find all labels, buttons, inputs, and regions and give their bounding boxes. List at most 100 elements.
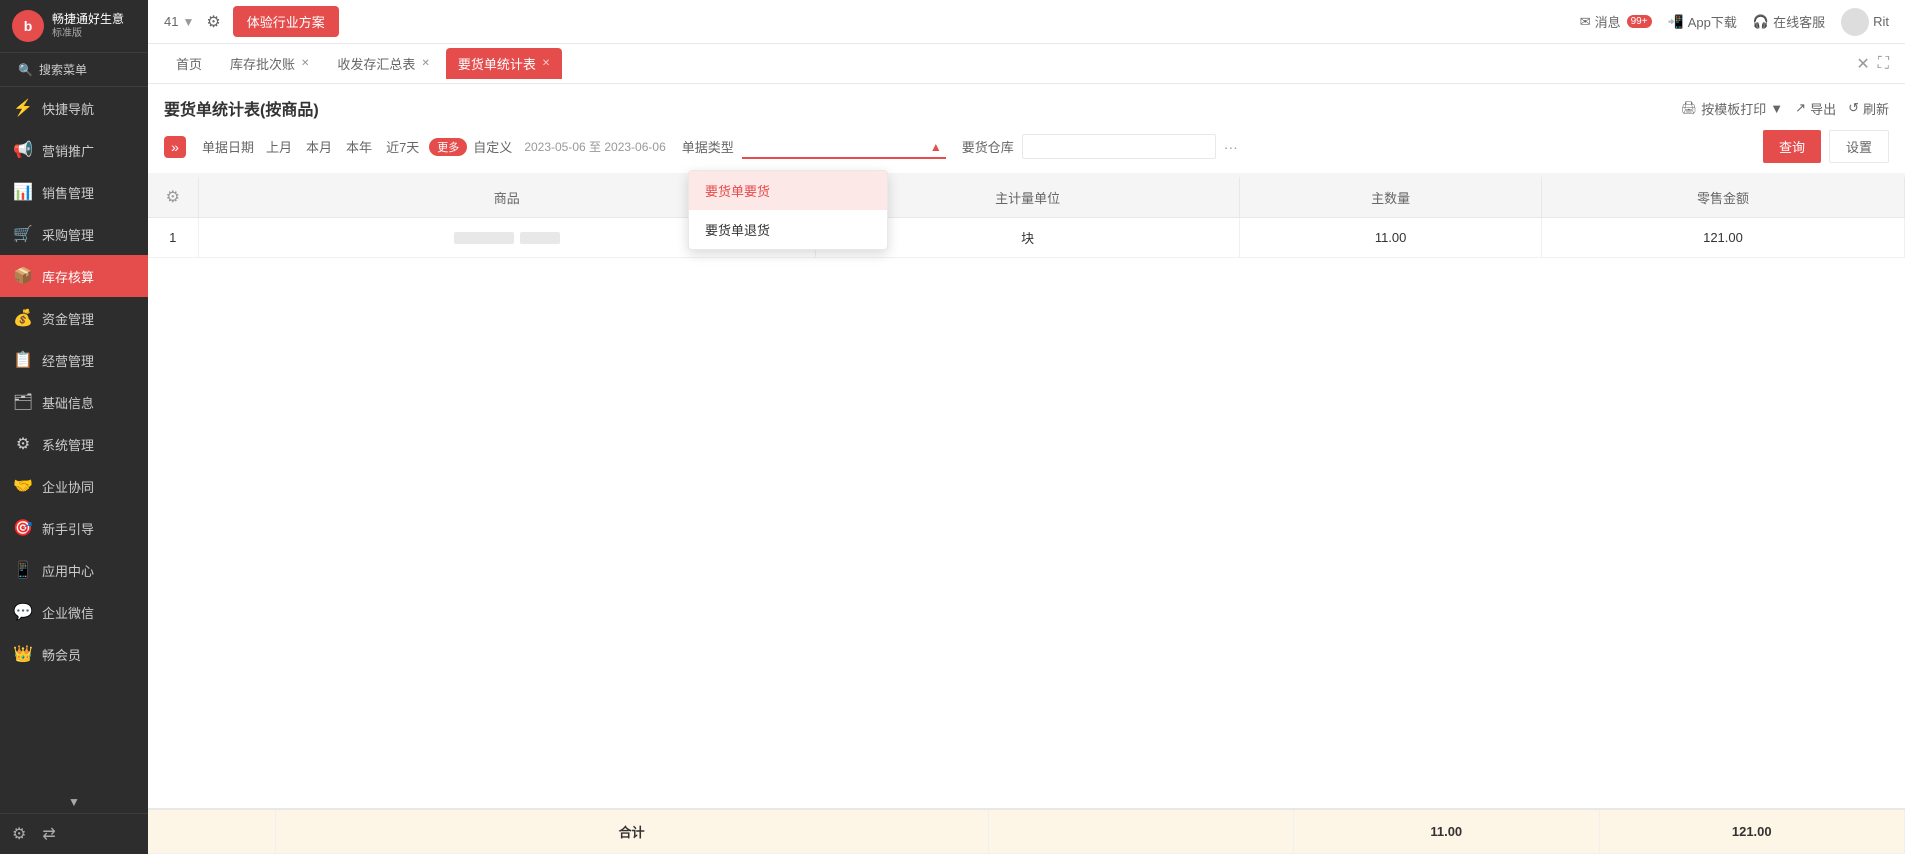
dropdown-item-require-goods[interactable]: 要货单要货 xyxy=(689,171,887,210)
date-opt-more[interactable]: 更多 xyxy=(429,138,467,156)
sidebar-scroll-down[interactable]: ▼ xyxy=(0,791,148,813)
collapse-icon[interactable]: ⇄ xyxy=(42,824,55,844)
sidebar-item-sales[interactable]: 📊 销售管理 xyxy=(0,171,148,213)
refresh-icon: ↺ xyxy=(1848,100,1859,116)
refresh-button[interactable]: ↺ 刷新 xyxy=(1848,99,1889,118)
type-input[interactable] xyxy=(742,134,946,159)
summary-quantity: 11.00 xyxy=(1294,809,1599,854)
marketing-icon: 📢 xyxy=(12,139,34,161)
enterprise-icon: 🤝 xyxy=(12,475,34,497)
sidebar-item-app-center[interactable]: 📱 应用中心 xyxy=(0,549,148,591)
type-dropdown-icon[interactable]: ▲ xyxy=(930,140,942,154)
messages-button[interactable]: ✉ 消息 99+ xyxy=(1580,12,1652,31)
warehouse-more-icon[interactable]: ··· xyxy=(1224,139,1238,155)
close-order-summary-icon[interactable]: ✕ xyxy=(542,58,550,69)
tab-fullscreen-icon[interactable]: ⛶ xyxy=(1878,55,1889,73)
trial-button[interactable]: 体验行业方案 xyxy=(233,6,339,37)
print-icon: 🖨 xyxy=(1681,100,1698,116)
data-table: ⚙ 商品 主计量单位 主数量 零售金额 1 xyxy=(148,177,1905,808)
logo-area: b 畅捷通好生意 标准版 xyxy=(0,0,148,53)
user-area[interactable]: Rit xyxy=(1841,8,1889,36)
sidebar-item-enterprise[interactable]: 🤝 企业协同 xyxy=(0,465,148,507)
settings-icon[interactable]: ⚙ xyxy=(12,824,26,844)
sidebar-item-marketing[interactable]: 📢 营销推广 xyxy=(0,129,148,171)
app-icon: 📲 xyxy=(1668,14,1684,30)
summary-amount: 121.00 xyxy=(1599,809,1905,854)
summary-row: 合计 11.00 121.00 xyxy=(148,808,1905,854)
sidebar-item-system[interactable]: ⚙ 系统管理 xyxy=(0,423,148,465)
column-settings-icon[interactable]: ⚙ xyxy=(166,189,180,206)
print-template-button[interactable]: 🖨 按模板打印 ▼ xyxy=(1681,99,1783,118)
sidebar-item-basic[interactable]: 🗂 基础信息 xyxy=(0,381,148,423)
table-header-row: ⚙ 商品 主计量单位 主数量 零售金额 xyxy=(148,177,1905,218)
online-service-button[interactable]: 🎧 在线客服 xyxy=(1753,12,1825,31)
page-title: 要货单统计表(按商品) xyxy=(164,96,319,120)
system-icon: ⚙ xyxy=(12,433,34,455)
export-button[interactable]: ↗ 导出 xyxy=(1795,99,1836,118)
tab-order-summary[interactable]: 要货单统计表 ✕ xyxy=(446,48,562,79)
filter-area: » 单据日期 上月 本月 本年 近7天 更多 自定义 2023-05-06 至 … xyxy=(148,120,1905,173)
warehouse-input[interactable] xyxy=(1022,134,1216,159)
tab-home[interactable]: 首页 xyxy=(164,48,214,79)
close-receivable-icon[interactable]: ✕ xyxy=(421,58,429,69)
date-opt-custom[interactable]: 自定义 xyxy=(473,137,512,156)
date-opt-7days[interactable]: 近7天 xyxy=(382,135,423,158)
date-filter-group: 单据日期 上月 本月 本年 近7天 更多 自定义 2023-05-06 至 20… xyxy=(202,135,666,158)
sidebar-bottom: ⚙ ⇄ xyxy=(0,813,148,854)
topbar: 41 ▼ ⚙ 体验行业方案 ✉ 消息 99+ 📲 App下载 🎧 在线客服 R xyxy=(148,0,1905,44)
tab-close-all-icon[interactable]: ✕ xyxy=(1856,54,1869,74)
inventory-icon: 📦 xyxy=(12,265,34,287)
sidebar-item-quick-nav[interactable]: ⚡ 快捷导航 xyxy=(0,87,148,129)
sidebar-item-guide[interactable]: 🎯 新手引导 xyxy=(0,507,148,549)
member-icon: 👑 xyxy=(12,643,34,665)
finance-icon: 💰 xyxy=(12,307,34,329)
page-content: 要货单统计表(按商品) 🖨 按模板打印 ▼ ↗ 导出 ↺ 刷新 » xyxy=(148,84,1905,854)
guide-icon: 🎯 xyxy=(12,517,34,539)
cell-amount: 121.00 xyxy=(1541,218,1904,258)
main-area: 41 ▼ ⚙ 体验行业方案 ✉ 消息 99+ 📲 App下载 🎧 在线客服 R xyxy=(148,0,1905,854)
store-selector[interactable]: 41 ▼ xyxy=(164,14,194,29)
app-center-icon: 📱 xyxy=(12,559,34,581)
logo-icon: b xyxy=(12,10,44,42)
topbar-gear-icon[interactable]: ⚙ xyxy=(206,12,220,32)
tab-inventory-batch[interactable]: 库存批次账 ✕ xyxy=(218,48,321,79)
cell-seq: 1 xyxy=(148,218,198,258)
date-opt-this-year[interactable]: 本年 xyxy=(342,135,376,158)
product-name-placeholder xyxy=(454,232,514,244)
purchase-icon: 🛒 xyxy=(12,223,34,245)
quick-nav-icon: ⚡ xyxy=(12,97,34,119)
app-download-button[interactable]: 📲 App下载 xyxy=(1668,12,1737,31)
settings-button[interactable]: 设置 xyxy=(1829,130,1889,163)
query-button[interactable]: 查询 xyxy=(1763,130,1821,163)
date-opt-last-month[interactable]: 上月 xyxy=(262,135,296,158)
store-chevron-icon: ▼ xyxy=(182,15,194,29)
dropdown-item-require-return[interactable]: 要货单退货 xyxy=(689,210,887,249)
sidebar-item-member[interactable]: 👑 畅会员 xyxy=(0,633,148,675)
basic-icon: 🗂 xyxy=(12,391,34,413)
type-label: 单据类型 xyxy=(682,137,734,156)
sidebar-item-finance[interactable]: 💰 资金管理 xyxy=(0,297,148,339)
sidebar-item-inventory[interactable]: 📦 库存核算 xyxy=(0,255,148,297)
sidebar-item-operation[interactable]: 📋 经营管理 xyxy=(0,339,148,381)
service-icon: 🎧 xyxy=(1753,14,1769,30)
col-quantity: 主数量 xyxy=(1240,177,1542,218)
sidebar-item-purchase[interactable]: 🛒 采购管理 xyxy=(0,213,148,255)
close-inventory-batch-icon[interactable]: ✕ xyxy=(301,58,309,69)
page-header: 要货单统计表(按商品) 🖨 按模板打印 ▼ ↗ 导出 ↺ 刷新 xyxy=(148,84,1905,120)
sidebar-nav: ⚡ 快捷导航 📢 营销推广 📊 销售管理 🛒 采购管理 📦 库存核算 💰 资金管… xyxy=(0,87,148,791)
sales-icon: 📊 xyxy=(12,181,34,203)
message-icon: ✉ xyxy=(1580,14,1591,30)
summary-label: 合计 xyxy=(275,809,988,854)
tab-receivable-summary[interactable]: 收发存汇总表 ✕ xyxy=(325,48,441,79)
message-badge: 99+ xyxy=(1627,15,1652,28)
expand-filter-button[interactable]: » xyxy=(164,136,186,158)
search-menu[interactable]: 🔍 搜索菜单 xyxy=(0,53,148,87)
col-gear: ⚙ xyxy=(148,177,198,218)
product-code-placeholder xyxy=(520,232,560,244)
sidebar-item-wechat[interactable]: 💬 企业微信 xyxy=(0,591,148,633)
username: Rit xyxy=(1873,14,1889,29)
date-opt-this-month[interactable]: 本月 xyxy=(302,135,336,158)
col-amount: 零售金额 xyxy=(1541,177,1904,218)
store-name: 41 xyxy=(164,14,178,29)
operation-icon: 📋 xyxy=(12,349,34,371)
